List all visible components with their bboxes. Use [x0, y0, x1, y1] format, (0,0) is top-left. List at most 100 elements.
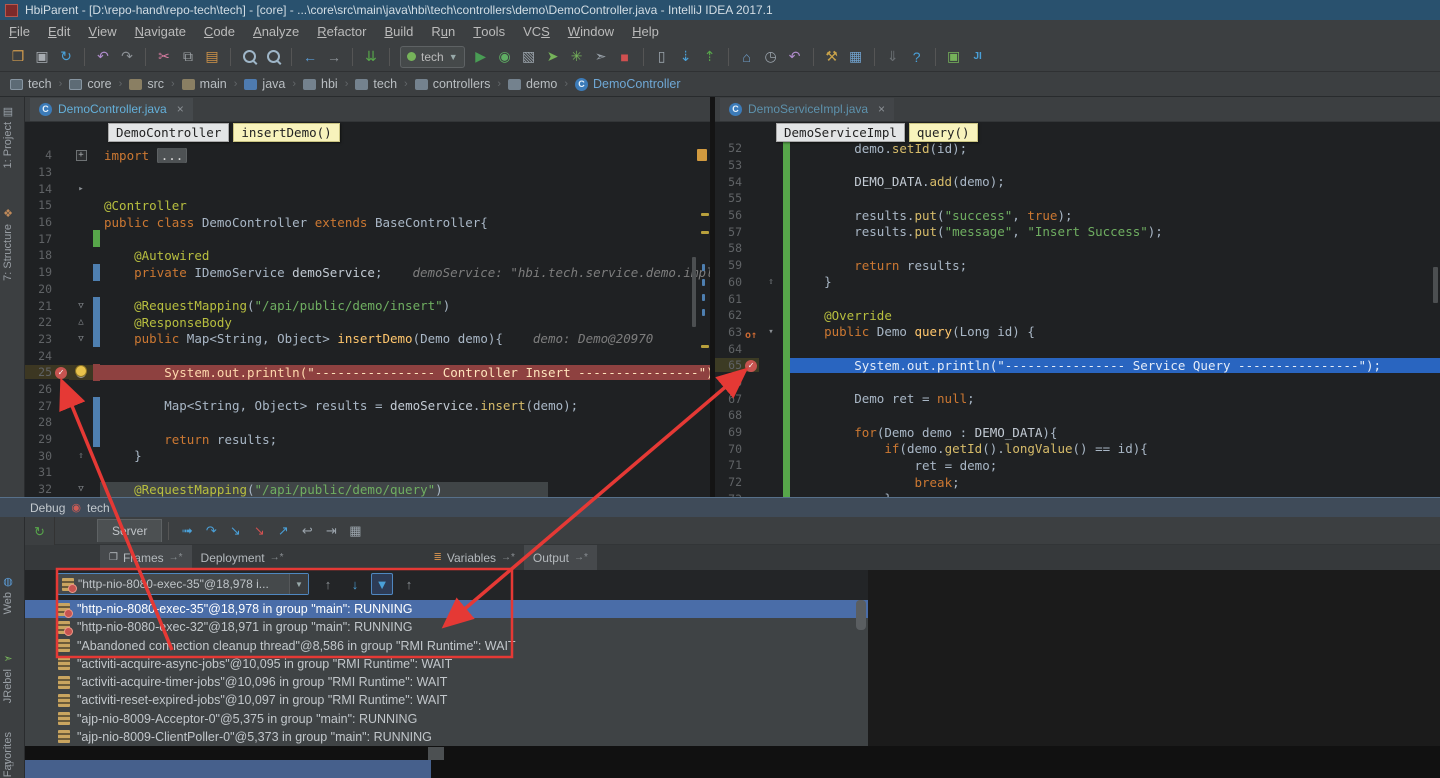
- breadcrumb-item-DemoController[interactable]: CDemoController: [573, 77, 683, 91]
- gutter-icons[interactable]: ▽: [69, 334, 93, 344]
- line-number[interactable]: 27: [25, 399, 69, 413]
- line-number[interactable]: 24: [25, 349, 69, 363]
- find-icon[interactable]: [238, 46, 260, 68]
- fold-arrow-icon[interactable]: ▸: [78, 184, 83, 194]
- code-line[interactable]: 16public class DemoController extends Ba…: [25, 214, 710, 231]
- breadcrumb-item-core[interactable]: core: [67, 77, 113, 91]
- line-number[interactable]: 69: [715, 425, 759, 439]
- override-marker-icon[interactable]: ⇧: [768, 277, 773, 287]
- line-number[interactable]: 57: [715, 225, 759, 239]
- code-line[interactable]: 72break;: [715, 474, 1440, 491]
- menu-file[interactable]: File: [0, 20, 39, 42]
- undo-icon[interactable]: ↶: [92, 46, 114, 68]
- menu-vcs[interactable]: VCS: [514, 20, 559, 42]
- rerun-icon[interactable]: ↻: [31, 523, 49, 540]
- exit-icon[interactable]: ▯: [651, 46, 673, 68]
- run-icon[interactable]: ▶: [470, 46, 492, 68]
- code-line[interactable]: 32▽@RequestMapping("/api/public/demo/que…: [25, 481, 710, 497]
- menu-build[interactable]: Build: [375, 20, 422, 42]
- menu-run[interactable]: Run: [422, 20, 464, 42]
- fold-expand-icon[interactable]: +: [76, 150, 87, 161]
- line-number[interactable]: 63o↑: [715, 325, 759, 339]
- editor-right[interactable]: CDemoServiceImpl.java×DemoServiceImplque…: [715, 97, 1440, 497]
- gutter-icons[interactable]: ▾: [759, 327, 783, 337]
- run-configuration-combo[interactable]: tech▼: [400, 46, 465, 68]
- editor-scrollbar[interactable]: [692, 257, 696, 327]
- code-line[interactable]: 54DEMO_DATA.add(demo);: [715, 173, 1440, 190]
- menu-analyze[interactable]: Analyze: [244, 20, 308, 42]
- open-icon[interactable]: ❒: [7, 46, 29, 68]
- stop-icon[interactable]: ■: [614, 46, 636, 68]
- line-number[interactable]: 64: [715, 342, 759, 356]
- menu-window[interactable]: Window: [559, 20, 623, 42]
- sidebar-item-7-structure[interactable]: ❖7: Structure: [2, 207, 14, 281]
- line-number[interactable]: 65✓: [715, 358, 759, 372]
- line-number[interactable]: 16: [25, 215, 69, 229]
- thread-selector[interactable]: "http-nio-8080-exec-35"@18,978 i... ▼: [57, 573, 309, 595]
- step-into-icon[interactable]: ↘: [223, 520, 247, 542]
- coverage-icon[interactable]: ▧: [518, 46, 540, 68]
- tab-frames[interactable]: ❐Frames→*: [100, 545, 192, 570]
- breadcrumb-item-tech[interactable]: tech: [8, 77, 54, 91]
- paste-icon[interactable]: ▤: [201, 46, 223, 68]
- synchronize-icon[interactable]: ↻: [55, 46, 77, 68]
- code-line[interactable]: 24: [25, 347, 710, 364]
- line-number[interactable]: 67: [715, 392, 759, 406]
- code-line[interactable]: 65✓System.out.println("---------------- …: [715, 357, 1440, 374]
- filter-threads-icon[interactable]: ▼: [371, 573, 393, 595]
- profile-icon[interactable]: ➤: [542, 46, 564, 68]
- breadcrumb-item-java[interactable]: java: [242, 77, 287, 91]
- replace-icon[interactable]: [262, 46, 284, 68]
- menu-code[interactable]: Code: [195, 20, 244, 42]
- history-icon[interactable]: ◷: [760, 46, 782, 68]
- code-line[interactable]: 26: [25, 381, 710, 398]
- line-number[interactable]: 18: [25, 248, 69, 262]
- code-line[interactable]: 52demo.setId(id);: [715, 140, 1440, 157]
- line-number[interactable]: 4: [25, 148, 69, 162]
- code-line[interactable]: 30⇧}: [25, 447, 710, 464]
- code-line[interactable]: 27Map<String, Object> results = demoServ…: [25, 397, 710, 414]
- code-line[interactable]: 57results.put("message", "Insert Success…: [715, 223, 1440, 240]
- gutter-icons[interactable]: ▸: [69, 184, 93, 194]
- implemented-marker-icon[interactable]: ▽: [78, 334, 83, 344]
- code-line[interactable]: 71ret = demo;: [715, 457, 1440, 474]
- sidebar-item-favorites[interactable]: Favorites: [2, 732, 14, 777]
- drop-frame-icon[interactable]: ↩: [295, 520, 319, 542]
- thread-row[interactable]: "ajp-nio-8009-Acceptor-0"@5,375 in group…: [25, 710, 868, 728]
- debug-toolwindow-header[interactable]: Debug ◉ tech: [0, 497, 1440, 517]
- breakpoint-icon[interactable]: ✓: [55, 367, 67, 379]
- editor-scrollbar[interactable]: [1433, 267, 1438, 303]
- line-number[interactable]: 68: [715, 408, 759, 422]
- step-over-icon[interactable]: ↷: [199, 520, 223, 542]
- line-number[interactable]: 23: [25, 332, 69, 346]
- run-to-cursor-icon[interactable]: ⇥: [319, 520, 343, 542]
- code-line[interactable]: 20: [25, 281, 710, 298]
- code-line[interactable]: 64: [715, 340, 1440, 357]
- chevron-down-icon[interactable]: ▼: [289, 574, 308, 594]
- close-icon[interactable]: ×: [878, 102, 885, 116]
- line-number[interactable]: 54: [715, 175, 759, 189]
- code-line[interactable]: 14▸: [25, 180, 710, 197]
- intention-bulb-icon[interactable]: [75, 365, 87, 377]
- jrebel-debug-icon[interactable]: ✳: [566, 46, 588, 68]
- menu-tools[interactable]: Tools: [464, 20, 514, 42]
- revert-icon[interactable]: ↶: [784, 46, 806, 68]
- line-number[interactable]: 20: [25, 282, 69, 296]
- tab-DemoController.java[interactable]: CDemoController.java×: [30, 98, 193, 121]
- code-line[interactable]: 23▽public Map<String, Object> insertDemo…: [25, 331, 710, 348]
- code-line[interactable]: 60⇧}: [715, 274, 1440, 291]
- line-number[interactable]: 32: [25, 482, 69, 496]
- thread-row[interactable]: "ajp-nio-8009-ClientPoller-0"@5,373 in g…: [25, 728, 868, 746]
- code-area[interactable]: 4+import ...1314▸15@Controller16public c…: [25, 122, 710, 497]
- code-line[interactable]: 70if(demo.getId().longValue() == id){: [715, 440, 1440, 457]
- commit-icon[interactable]: ⇡: [699, 46, 721, 68]
- tab-server[interactable]: Server: [97, 519, 162, 542]
- override-gutter-icon[interactable]: o↑: [745, 327, 757, 341]
- breadcrumb-item-controllers[interactable]: controllers: [413, 77, 493, 91]
- line-number[interactable]: 52: [715, 141, 759, 155]
- line-number[interactable]: 13: [25, 165, 69, 179]
- code-line[interactable]: 13: [25, 164, 710, 181]
- tab-DemoServiceImpl.java[interactable]: CDemoServiceImpl.java×: [720, 98, 894, 121]
- line-number[interactable]: 61: [715, 292, 759, 306]
- thread-row[interactable]: "activiti-reset-expired-jobs"@10,097 in …: [25, 691, 868, 709]
